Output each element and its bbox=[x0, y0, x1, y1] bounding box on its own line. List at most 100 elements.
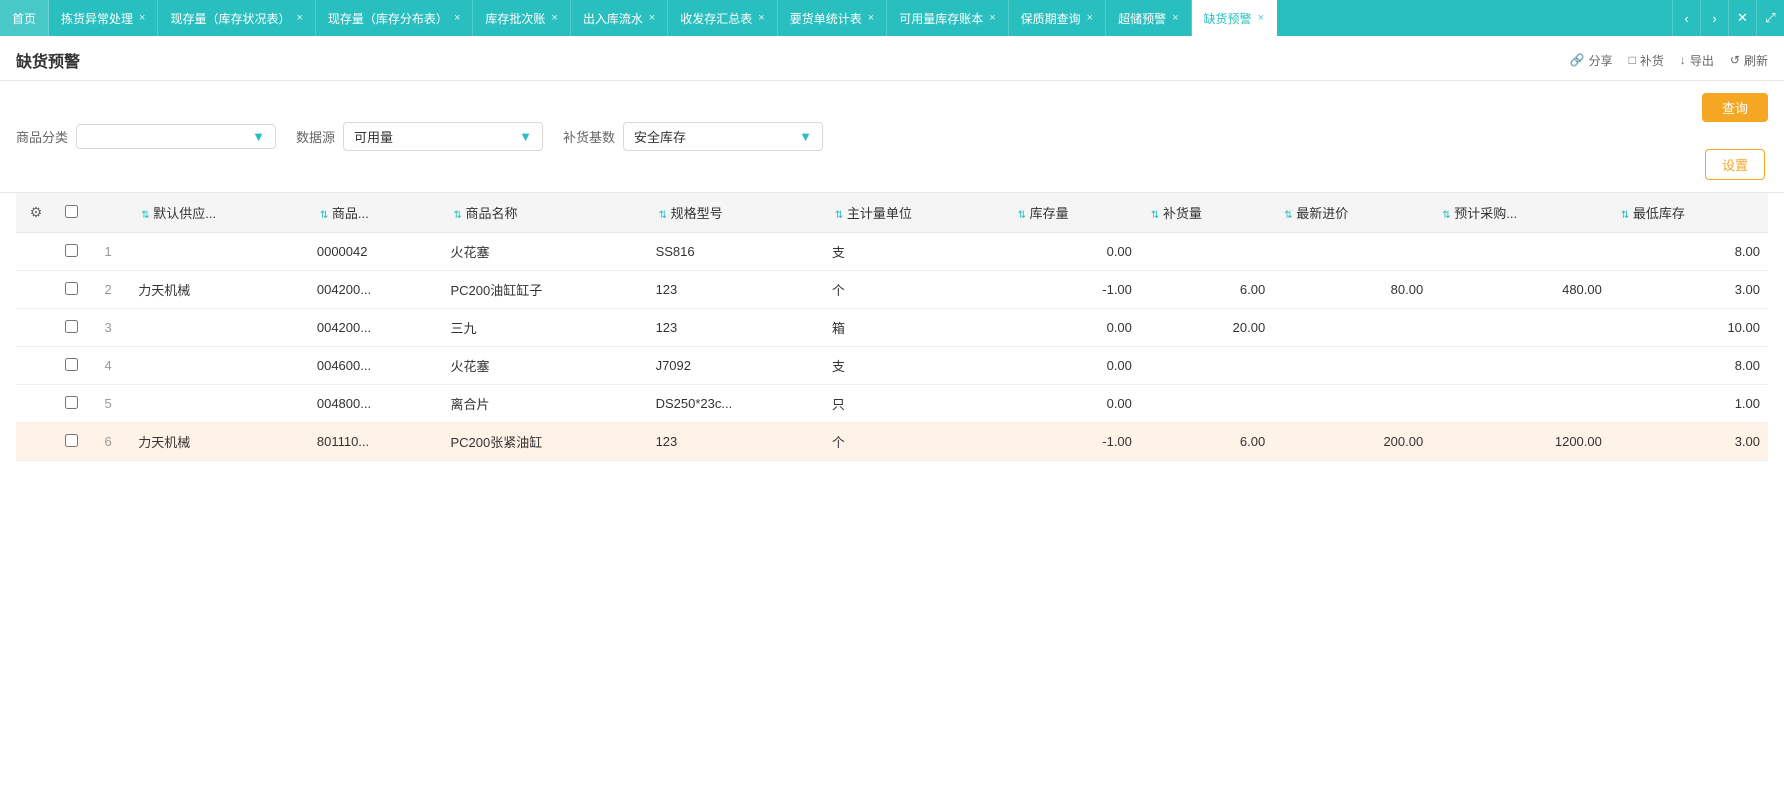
row-product-name: 离合片 bbox=[443, 385, 648, 423]
tab-prev-button[interactable]: ‹ bbox=[1672, 0, 1700, 36]
table-row: 2 力天机械 004200... PC200油缸缸子 123 个 -1.00 6… bbox=[16, 271, 1768, 309]
share-button[interactable]: 🔗 分享 bbox=[1570, 52, 1613, 69]
stock-header[interactable]: ⇅ 库存量 bbox=[1007, 193, 1140, 233]
row-latest-price bbox=[1273, 347, 1431, 385]
replenish-qty-header[interactable]: ⇅ 补货量 bbox=[1140, 193, 1273, 233]
tab-inventory-status[interactable]: 现存量（库存状况表） × bbox=[158, 0, 315, 36]
latest-price-header[interactable]: ⇅ 最新进价 bbox=[1273, 193, 1431, 233]
tab-inventory-dist[interactable]: 现存量（库存分布表） × bbox=[316, 0, 473, 36]
category-value bbox=[87, 129, 224, 144]
row-supplier bbox=[130, 309, 309, 347]
row-number: 4 bbox=[86, 347, 130, 385]
rownum-header bbox=[86, 193, 130, 233]
row-supplier: 力天机械 bbox=[130, 271, 309, 309]
table-row: 5 004800... 离合片 DS250*23c... 只 0.00 1.00 bbox=[16, 385, 1768, 423]
tab-bar: 首页 拣货异常处理 × 现存量（库存状况表） × 现存量（库存分布表） × 库存… bbox=[0, 0, 1784, 36]
row-product-code: 0000042 bbox=[309, 233, 443, 271]
row-number: 5 bbox=[86, 385, 130, 423]
tab-close-inventory-status[interactable]: × bbox=[296, 12, 302, 24]
unit-header[interactable]: ⇅ 主计量单位 bbox=[824, 193, 1007, 233]
product-name-header[interactable]: ⇅ 商品名称 bbox=[443, 193, 648, 233]
row-stock: -1.00 bbox=[1007, 423, 1140, 461]
supplier-header[interactable]: ⇅ 默认供应... bbox=[130, 193, 309, 233]
row-number: 3 bbox=[86, 309, 130, 347]
row-number: 6 bbox=[86, 423, 130, 461]
row-spec: J7092 bbox=[648, 347, 824, 385]
tab-close-inventory-dist[interactable]: × bbox=[454, 12, 460, 24]
tab-receipt-summary[interactable]: 收发存汇总表 × bbox=[668, 0, 777, 36]
row-checkbox[interactable] bbox=[65, 244, 78, 257]
row-checkbox[interactable] bbox=[65, 396, 78, 409]
tab-close-expiry-query[interactable]: × bbox=[1087, 12, 1093, 24]
tab-close-overstock[interactable]: × bbox=[1172, 12, 1178, 24]
supplier-sort-icon: ⇅ bbox=[141, 210, 149, 221]
row-number: 1 bbox=[86, 233, 130, 271]
row-checkbox[interactable] bbox=[65, 282, 78, 295]
refresh-button[interactable]: ↺ 刷新 bbox=[1730, 52, 1768, 69]
row-replenish-qty: 6.00 bbox=[1140, 271, 1273, 309]
category-filter-group: 商品分类 ▼ bbox=[16, 124, 276, 149]
row-latest-price: 80.00 bbox=[1273, 271, 1431, 309]
replenish-icon: □ bbox=[1629, 53, 1636, 67]
row-checkbox[interactable] bbox=[65, 434, 78, 447]
tab-close-demand-stat[interactable]: × bbox=[868, 12, 874, 24]
row-product-name: 火花塞 bbox=[443, 233, 648, 271]
export-button[interactable]: ↓ 导出 bbox=[1680, 52, 1714, 69]
tab-close-all-button[interactable]: ✕ bbox=[1728, 0, 1756, 36]
datasource-dropdown-icon: ▼ bbox=[519, 129, 532, 144]
replenish-base-filter-group: 补货基数 安全库存 ▼ bbox=[563, 122, 823, 151]
spec-header[interactable]: ⇅ 规格型号 bbox=[648, 193, 824, 233]
export-icon: ↓ bbox=[1680, 53, 1686, 67]
tab-abnormal[interactable]: 拣货异常处理 × bbox=[49, 0, 158, 36]
row-spec: DS250*23c... bbox=[648, 385, 824, 423]
row-product-name: PC200油缸缸子 bbox=[443, 271, 648, 309]
tab-overstock[interactable]: 超储预警 × bbox=[1106, 0, 1191, 36]
category-select[interactable]: ▼ bbox=[76, 124, 276, 149]
tab-expand-button[interactable]: ⤢ bbox=[1756, 0, 1784, 36]
tab-close-receipt-summary[interactable]: × bbox=[758, 12, 764, 24]
replenish-base-label: 补货基数 bbox=[563, 127, 615, 146]
tab-batch-account[interactable]: 库存批次账 × bbox=[473, 0, 570, 36]
row-latest-price bbox=[1273, 233, 1431, 271]
row-unit: 支 bbox=[824, 347, 1007, 385]
row-min-stock: 10.00 bbox=[1610, 309, 1768, 347]
tab-available-ledger[interactable]: 可用量库存账本 × bbox=[887, 0, 1008, 36]
tab-home[interactable]: 首页 bbox=[0, 0, 49, 36]
tab-inout-flow[interactable]: 出入库流水 × bbox=[571, 0, 668, 36]
select-all-checkbox[interactable] bbox=[65, 205, 78, 218]
category-dropdown-icon: ▼ bbox=[252, 129, 265, 144]
replenish-base-select[interactable]: 安全库存 ▼ bbox=[623, 122, 823, 151]
datasource-filter-group: 数据源 可用量 ▼ bbox=[296, 122, 543, 151]
query-button[interactable]: 查询 bbox=[1702, 93, 1768, 122]
row-gear-cell bbox=[16, 347, 56, 385]
row-checkbox-cell bbox=[56, 385, 86, 423]
tab-close-inout-flow[interactable]: × bbox=[649, 12, 655, 24]
min-stock-header[interactable]: ⇅ 最低库存 bbox=[1610, 193, 1768, 233]
row-checkbox[interactable] bbox=[65, 358, 78, 371]
row-replenish-qty bbox=[1140, 385, 1273, 423]
gear-icon[interactable]: ⚙ bbox=[30, 204, 43, 220]
product-code-header[interactable]: ⇅ 商品... bbox=[309, 193, 443, 233]
row-estimated-purchase: 480.00 bbox=[1431, 271, 1610, 309]
settings-button[interactable]: 设置 bbox=[1705, 149, 1765, 180]
row-checkbox[interactable] bbox=[65, 320, 78, 333]
tab-demand-stat[interactable]: 要货单统计表 × bbox=[778, 0, 887, 36]
data-table: ⚙ ⇅ 默认供应... ⇅ 商品... ⇅ bbox=[16, 193, 1768, 461]
row-spec: SS816 bbox=[648, 233, 824, 271]
datasource-select[interactable]: 可用量 ▼ bbox=[343, 122, 543, 151]
tab-close-shortage[interactable]: × bbox=[1258, 12, 1264, 24]
table-row: 4 004600... 火花塞 J7092 支 0.00 8.00 bbox=[16, 347, 1768, 385]
tab-close-available-ledger[interactable]: × bbox=[989, 12, 995, 24]
row-min-stock: 1.00 bbox=[1610, 385, 1768, 423]
tab-shortage[interactable]: 缺货预警 × bbox=[1192, 0, 1277, 36]
replenish-button[interactable]: □ 补货 bbox=[1629, 52, 1664, 69]
row-product-name: 三九 bbox=[443, 309, 648, 347]
tab-next-button[interactable]: › bbox=[1700, 0, 1728, 36]
tab-expiry-query[interactable]: 保质期查询 × bbox=[1009, 0, 1106, 36]
tab-close-batch-account[interactable]: × bbox=[551, 12, 557, 24]
replenish-base-dropdown-icon: ▼ bbox=[799, 129, 812, 144]
row-gear-cell bbox=[16, 309, 56, 347]
estimated-purchase-header[interactable]: ⇅ 预计采购... bbox=[1431, 193, 1610, 233]
tab-close-abnormal[interactable]: × bbox=[139, 12, 145, 24]
row-replenish-qty bbox=[1140, 233, 1273, 271]
